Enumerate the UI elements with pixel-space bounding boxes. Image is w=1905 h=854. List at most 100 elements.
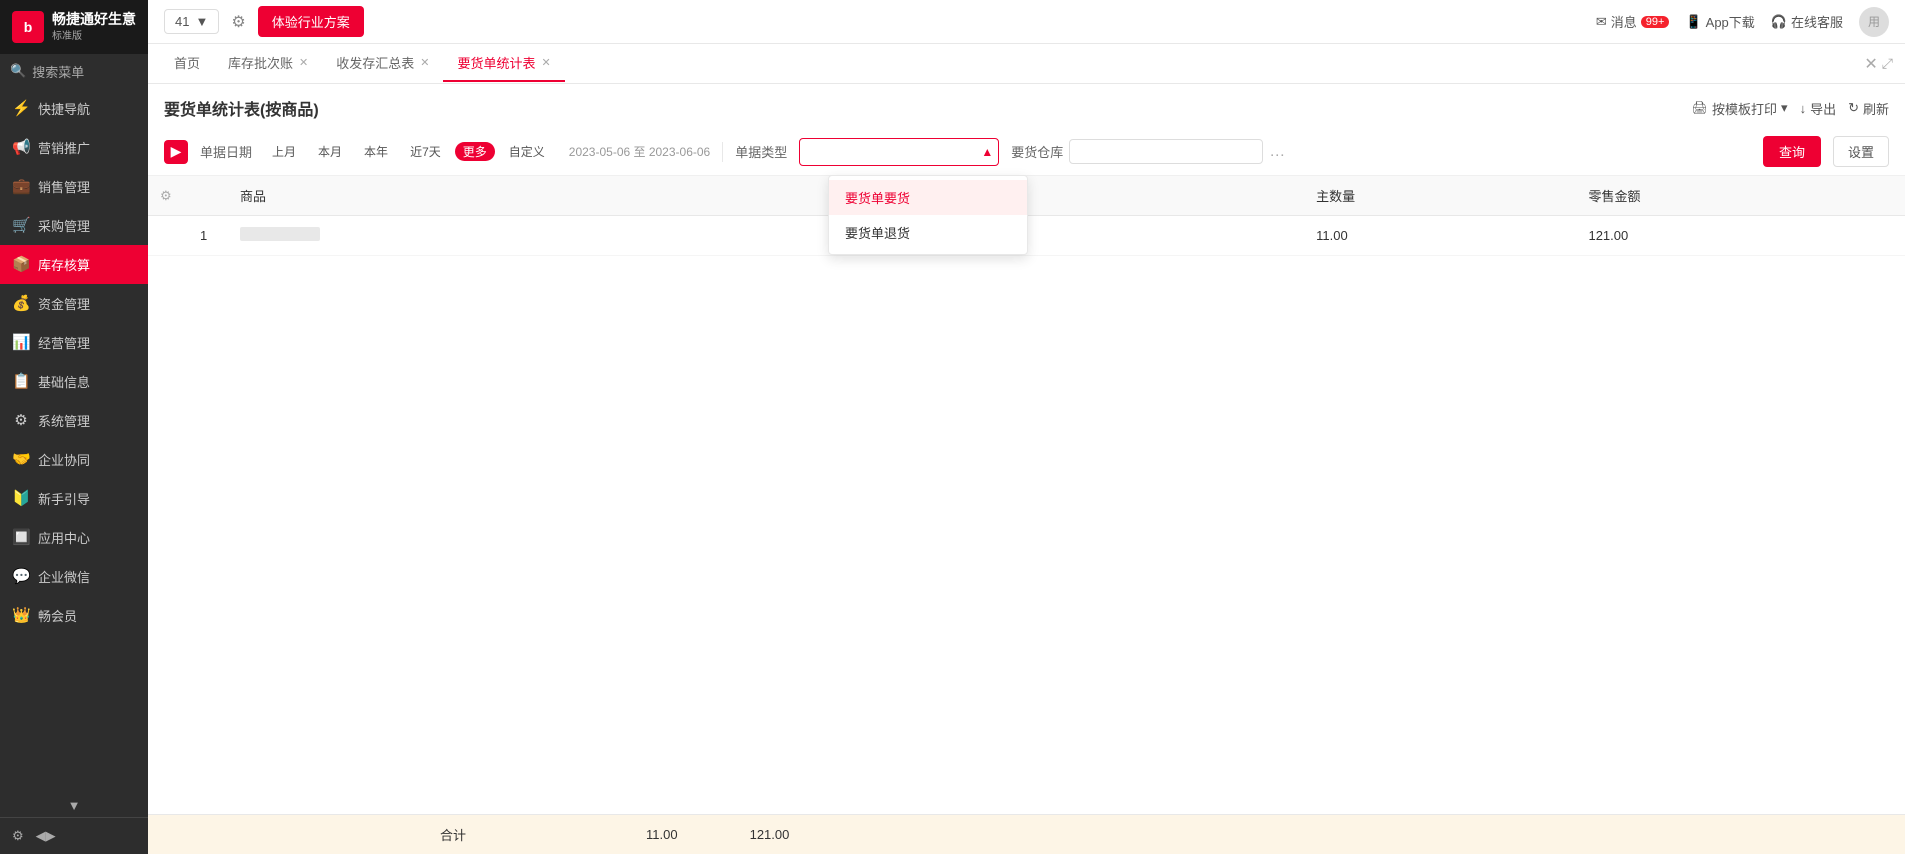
operations-icon: 📊 — [12, 333, 30, 351]
row-amount: 121.00 — [1576, 216, 1905, 256]
tab-batch-stock[interactable]: 库存批次账 ✕ — [214, 45, 322, 82]
inventory-icon: 📦 — [12, 255, 30, 273]
brand-main: 畅捷通好生意 — [52, 10, 136, 30]
store-selector[interactable]: 41 ▼ — [164, 9, 219, 34]
search-menu[interactable]: 🔍 搜索菜单 — [0, 54, 148, 89]
quick-nav-icon: ⚡ — [12, 99, 30, 117]
set-button[interactable]: 设置 — [1833, 136, 1889, 167]
tabs-bar: 首页 库存批次账 ✕ 收发存汇总表 ✕ 要货单统计表 ✕ ✕ ⤢ — [148, 44, 1905, 84]
type-dropdown: 要货单要货 要货单退货 — [828, 175, 1028, 255]
search-icon: 🔍 — [10, 63, 26, 79]
filter-expand-button[interactable]: ▶ — [164, 140, 188, 164]
main-area: 41 ▼ ⚙ 体验行业方案 ✉ 消息 99+ 📱 App下载 🎧 在线客服 用 — [148, 0, 1905, 854]
brand-sub: 标准版 — [52, 30, 136, 44]
top-header: 41 ▼ ⚙ 体验行业方案 ✉ 消息 99+ 📱 App下载 🎧 在线客服 用 — [148, 0, 1905, 44]
app-download-button[interactable]: 📱 App下载 — [1685, 12, 1754, 31]
sidebar-item-member[interactable]: 👑 畅会员 — [0, 596, 148, 635]
print-icon: 🖨 — [1692, 100, 1709, 116]
col-quantity: 主数量 — [1304, 176, 1576, 216]
tab-receive-summary[interactable]: 收发存汇总表 ✕ — [322, 45, 443, 82]
sidebar-item-system[interactable]: ⚙ 系统管理 — [0, 401, 148, 440]
sales-icon: 💼 — [12, 177, 30, 195]
headset-icon: 🎧 — [1771, 14, 1787, 30]
tab-receive-summary-close[interactable]: ✕ — [420, 56, 429, 69]
product-placeholder — [240, 227, 320, 241]
row-quantity: 11.00 — [1304, 216, 1576, 256]
store-selector-chevron: ▼ — [195, 14, 208, 29]
col-amount: 零售金额 — [1576, 176, 1905, 216]
tabs-close-all-button[interactable]: ✕ — [1864, 54, 1877, 74]
date-shortcut-up[interactable]: 上月 — [264, 141, 304, 162]
refresh-button[interactable]: ↻ 刷新 — [1848, 99, 1889, 118]
column-settings-icon[interactable]: ⚙ — [160, 188, 172, 203]
dropdown-item-order[interactable]: 要货单要货 — [829, 180, 1027, 215]
store-name: 41 — [175, 14, 189, 29]
type-select[interactable] — [799, 138, 999, 166]
sidebar-item-marketing[interactable]: 📢 营销推广 — [0, 128, 148, 167]
date-shortcut-year[interactable]: 本年 — [356, 141, 396, 162]
refresh-icon: ↻ — [1848, 100, 1859, 116]
sidebar-item-inventory[interactable]: 📦 库存核算 — [0, 245, 148, 284]
sidebar-item-wechat[interactable]: 💬 企业微信 — [0, 557, 148, 596]
sidebar-item-guide[interactable]: 🔰 新手引导 — [0, 479, 148, 518]
page-content: 要货单统计表(按商品) 🖨 按模板打印 ▾ ↓ 导出 ↻ 刷新 — [148, 84, 1905, 854]
page-actions: 🖨 按模板打印 ▾ ↓ 导出 ↻ 刷新 — [1692, 99, 1890, 118]
page-title-bar: 要货单统计表(按商品) 🖨 按模板打印 ▾ ↓ 导出 ↻ 刷新 — [148, 84, 1905, 128]
date-shortcut-more[interactable]: 更多 — [455, 142, 495, 161]
total-amount: 121.00 — [750, 827, 790, 842]
sidebar-item-sales[interactable]: 💼 销售管理 — [0, 167, 148, 206]
header-settings-icon[interactable]: ⚙ — [231, 12, 245, 32]
tab-batch-stock-close[interactable]: ✕ — [299, 56, 308, 69]
marketing-icon: 📢 — [12, 138, 30, 156]
sidebar-item-enterprise[interactable]: 🤝 企业协同 — [0, 440, 148, 479]
page-inner: 要货单统计表(按商品) 🖨 按模板打印 ▾ ↓ 导出 ↻ 刷新 — [148, 84, 1905, 854]
dropdown-item-return[interactable]: 要货单退货 — [829, 215, 1027, 250]
sidebar-nav: ⚡ 快捷导航 📢 营销推广 💼 销售管理 🛒 采购管理 📦 库存核算 💰 资金管… — [0, 89, 148, 794]
tabs-expand-button[interactable]: ⤢ — [1882, 55, 1893, 72]
export-button[interactable]: ↓ 导出 — [1800, 99, 1837, 118]
sidebar-item-quick-nav[interactable]: ⚡ 快捷导航 — [0, 89, 148, 128]
finance-icon: 💰 — [12, 294, 30, 312]
online-service-button[interactable]: 🎧 在线客服 — [1771, 12, 1843, 31]
date-range-display: 2023-05-06 至 2023-06-06 — [569, 143, 710, 160]
sidebar-collapse-btn[interactable]: ◀▶ — [36, 828, 56, 844]
type-select-value — [808, 143, 970, 161]
print-button[interactable]: 🖨 按模板打印 ▾ — [1692, 99, 1788, 118]
tab-home[interactable]: 首页 — [160, 45, 214, 82]
logo-icon: b — [12, 11, 44, 43]
guide-icon: 🔰 — [12, 489, 30, 507]
more-filter-icon[interactable]: … — [1269, 143, 1285, 161]
date-shortcut-current[interactable]: 本月 — [310, 141, 350, 162]
type-label: 单据类型 — [735, 142, 787, 161]
purchase-icon: 🛒 — [12, 216, 30, 234]
trial-button[interactable]: 体验行业方案 — [258, 6, 364, 37]
tab-order-stats-close[interactable]: ✕ — [542, 56, 551, 69]
messages-button[interactable]: ✉ 消息 99+ — [1596, 12, 1670, 31]
sidebar-item-operations[interactable]: 📊 经营管理 — [0, 323, 148, 362]
total-quantity: 11.00 — [646, 827, 678, 842]
sidebar-item-finance[interactable]: 💰 资金管理 — [0, 284, 148, 323]
warehouse-filter: 要货仓库 … — [1011, 139, 1285, 164]
sidebar-scroll-down[interactable]: ▼ — [0, 794, 148, 817]
basics-icon: 📋 — [12, 372, 30, 390]
sidebar-item-apps[interactable]: 🔲 应用中心 — [0, 518, 148, 557]
date-shortcut-week[interactable]: 近7天 — [402, 141, 449, 162]
user-avatar[interactable]: 用 — [1859, 7, 1889, 37]
export-icon: ↓ — [1800, 101, 1807, 116]
enterprise-icon: 🤝 — [12, 450, 30, 468]
type-select-wrapper: ▲ — [799, 138, 999, 166]
sidebar-settings-btn[interactable]: ⚙ — [12, 828, 24, 844]
date-shortcuts: 上月 本月 本年 近7天 更多 自定义 — [264, 141, 553, 162]
warehouse-input[interactable] — [1069, 139, 1263, 164]
date-shortcut-custom[interactable]: 自定义 — [501, 141, 553, 162]
sidebar-item-purchase[interactable]: 🛒 采购管理 — [0, 206, 148, 245]
total-label: 合计 — [440, 825, 466, 844]
apps-icon: 🔲 — [12, 528, 30, 546]
system-icon: ⚙ — [12, 411, 30, 429]
sidebar: b 畅捷通好生意 标准版 🔍 搜索菜单 ⚡ 快捷导航 📢 营销推广 💼 销售管理… — [0, 0, 148, 854]
filter-divider — [722, 142, 723, 162]
query-button[interactable]: 查询 — [1763, 136, 1821, 167]
sidebar-item-basics[interactable]: 📋 基础信息 — [0, 362, 148, 401]
tab-order-stats[interactable]: 要货单统计表 ✕ — [443, 45, 564, 82]
phone-icon: 📱 — [1685, 14, 1701, 30]
